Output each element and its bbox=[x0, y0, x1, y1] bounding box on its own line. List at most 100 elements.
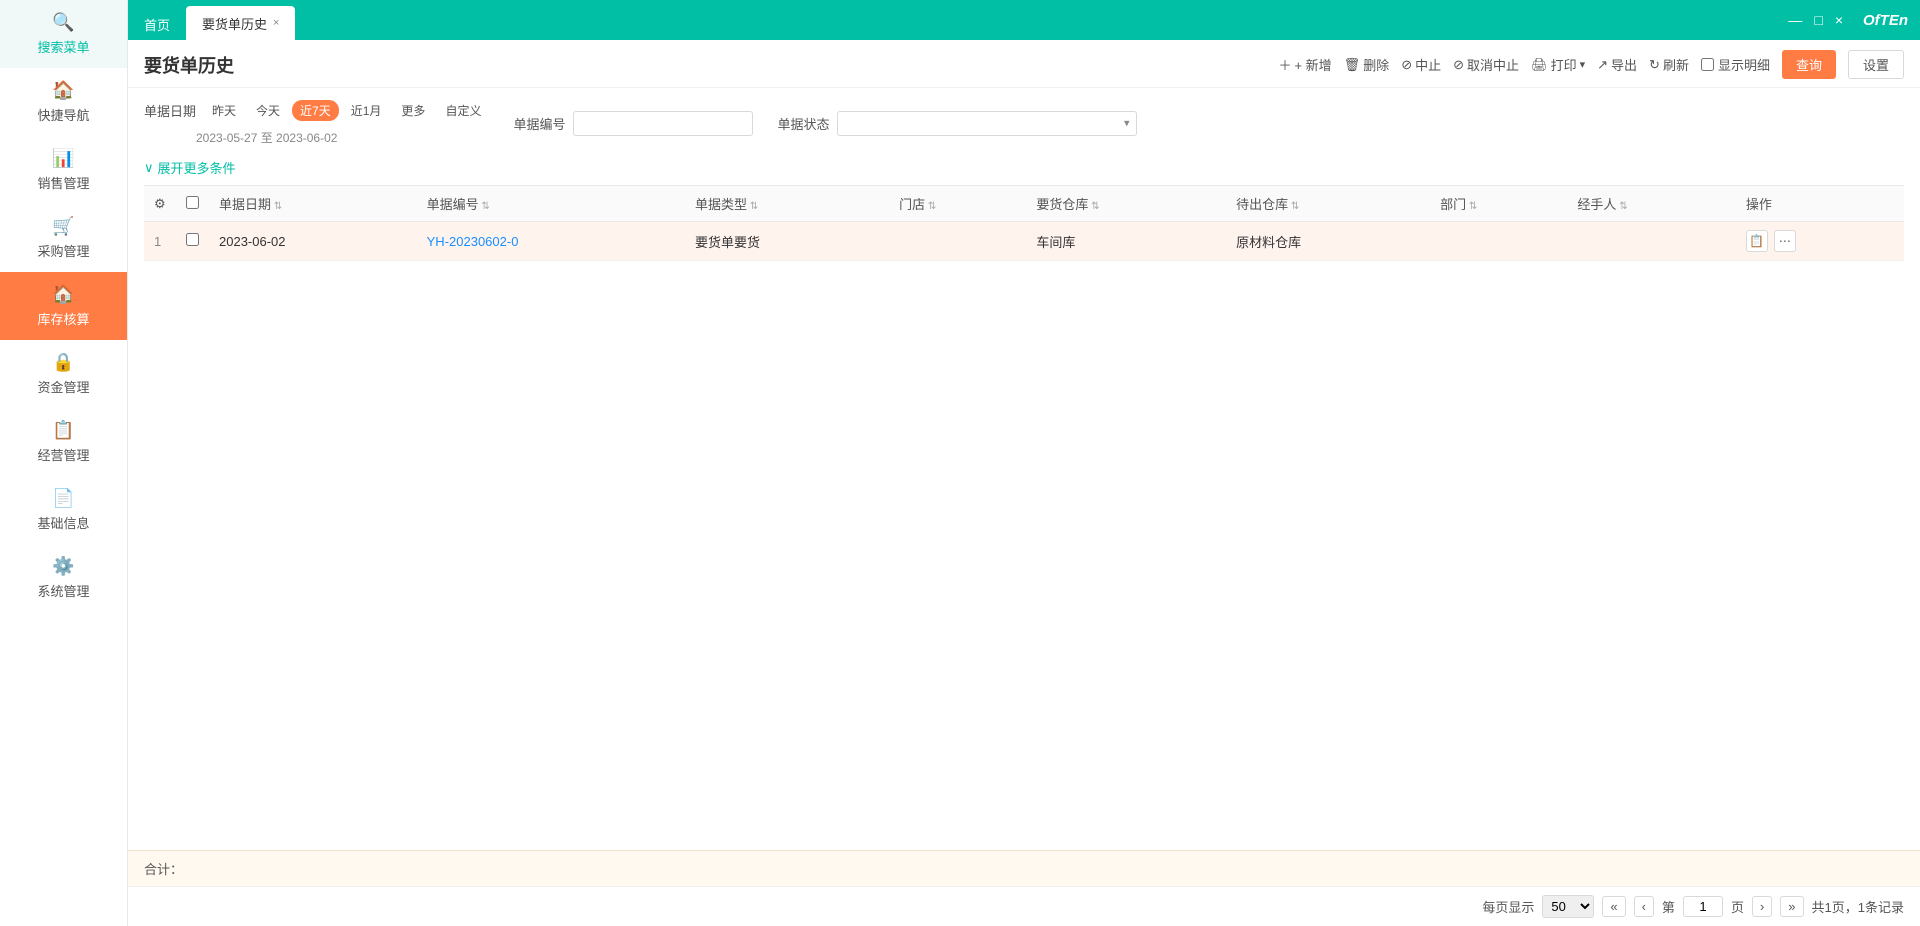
print-icon: 🖨 bbox=[1531, 57, 1548, 73]
sidebar-item-search-menu[interactable]: 🔍 搜索菜单 bbox=[0, 0, 127, 68]
print-button[interactable]: 🖨 打印 ▾ bbox=[1531, 55, 1585, 74]
col-store[interactable]: 门店 bbox=[889, 186, 1026, 222]
window-maximize-btn[interactable]: □ bbox=[1814, 12, 1822, 28]
expand-label: 展开更多条件 bbox=[158, 158, 236, 177]
tab-home-label: 首页 bbox=[144, 15, 170, 34]
refresh-button[interactable]: ↻ 刷新 bbox=[1649, 55, 1689, 74]
col-bill-date[interactable]: 单据日期 bbox=[209, 186, 417, 222]
page-unit: 页 bbox=[1731, 897, 1744, 916]
delete-button[interactable]: 🗑 删除 bbox=[1344, 55, 1390, 74]
new-button[interactable]: ＋ + 新增 bbox=[1278, 55, 1331, 74]
stop-label: 中止 bbox=[1415, 55, 1441, 74]
sidebar-label-purchase-mgmt: 采购管理 bbox=[37, 241, 89, 260]
page-title: 要货单历史 bbox=[144, 52, 234, 78]
pagination: 每页显示 50 20 100 « ‹ 第 页 › » 共1页，1条记录 bbox=[128, 886, 1920, 926]
tab-current[interactable]: 要货单历史 × bbox=[186, 6, 295, 40]
total-info: 共1页，1条记录 bbox=[1812, 897, 1904, 916]
first-page-btn[interactable]: « bbox=[1602, 896, 1625, 917]
sidebar-icon-purchase-mgmt: 🛒 bbox=[52, 216, 74, 237]
window-close-btn[interactable]: × bbox=[1835, 12, 1843, 28]
cell-action: 📋 ⋯ bbox=[1736, 222, 1904, 261]
sidebar-item-quick-nav[interactable]: 🏠 快捷导航 bbox=[0, 68, 127, 136]
col-bill-type[interactable]: 单据类型 bbox=[685, 186, 889, 222]
export-button[interactable]: ↗ 导出 bbox=[1597, 55, 1637, 74]
sidebar-item-purchase-mgmt[interactable]: 🛒 采购管理 bbox=[0, 204, 127, 272]
filter-area: 单据日期 昨天今天近7天近1月更多自定义 2023-05-27 至 2023-0… bbox=[128, 88, 1920, 181]
cell-bill-no: YH-20230602-0 bbox=[417, 222, 685, 261]
select-all-checkbox[interactable] bbox=[186, 196, 199, 209]
sidebar-label-ops-mgmt: 经营管理 bbox=[37, 445, 89, 464]
footer-summary: 合计： bbox=[128, 850, 1920, 886]
refresh-icon: ↻ bbox=[1649, 57, 1660, 73]
sidebar-icon-quick-nav: 🏠 bbox=[52, 80, 74, 101]
delete-icon: 🗑 bbox=[1344, 57, 1361, 73]
sidebar-item-basic-info[interactable]: 📄 基础信息 bbox=[0, 476, 127, 544]
sidebar-item-finance-mgmt[interactable]: 🔒 资金管理 bbox=[0, 340, 127, 408]
per-page-select[interactable]: 50 20 100 bbox=[1542, 895, 1594, 918]
tab-controls: — □ × OfTEn bbox=[1788, 0, 1920, 40]
sidebar-icon-inventory: 🏠 bbox=[52, 284, 74, 305]
last-page-btn[interactable]: » bbox=[1780, 896, 1803, 917]
stop-button[interactable]: ⊘ 中止 bbox=[1401, 55, 1441, 74]
col-department[interactable]: 部门 bbox=[1430, 186, 1567, 222]
stop-icon: ⊘ bbox=[1401, 57, 1412, 73]
row-index: 1 bbox=[144, 222, 176, 261]
tab-close-icon[interactable]: × bbox=[273, 17, 279, 29]
expand-conditions-btn[interactable]: ∨ 展开更多条件 bbox=[144, 154, 1904, 181]
row-checkbox[interactable] bbox=[186, 233, 199, 246]
cell-bill-date: 2023-06-02 bbox=[209, 222, 417, 261]
date-options: 昨天今天近7天近1月更多自定义 bbox=[204, 100, 489, 121]
sidebar-icon-search-menu: 🔍 bbox=[52, 12, 74, 33]
tab-home[interactable]: 首页 bbox=[128, 8, 186, 40]
summary-label: 合计： bbox=[144, 862, 183, 877]
print-dropdown-icon[interactable]: ▾ bbox=[1580, 58, 1586, 71]
date-option-更多[interactable]: 更多 bbox=[393, 100, 433, 121]
sidebar-icon-ops-mgmt: 📋 bbox=[52, 420, 74, 441]
sidebar-icon-finance-mgmt: 🔒 bbox=[52, 352, 74, 373]
col-action: 操作 bbox=[1736, 186, 1904, 222]
date-option-今天[interactable]: 今天 bbox=[248, 100, 288, 121]
cell-req-warehouse: 车间库 bbox=[1026, 222, 1226, 261]
sidebar-item-sys-mgmt[interactable]: ⚙️ 系统管理 bbox=[0, 544, 127, 612]
settings-button[interactable]: 设置 bbox=[1848, 50, 1904, 79]
page-input[interactable] bbox=[1683, 896, 1723, 917]
tab-bar: 首页 要货单历史 × — □ × OfTEn bbox=[128, 0, 1920, 40]
query-button[interactable]: 查询 bbox=[1782, 50, 1836, 79]
cancel-stop-label: 取消中止 bbox=[1467, 55, 1519, 74]
date-option-近1月[interactable]: 近1月 bbox=[343, 100, 390, 121]
sidebar-label-finance-mgmt: 资金管理 bbox=[37, 377, 89, 396]
col-settings[interactable]: ⚙ bbox=[144, 186, 176, 222]
date-option-近7天[interactable]: 近7天 bbox=[292, 100, 339, 121]
per-page-label: 每页显示 bbox=[1482, 897, 1534, 916]
next-page-btn[interactable]: › bbox=[1752, 896, 1772, 917]
show-detail-checkbox[interactable]: 显示明细 bbox=[1701, 55, 1770, 74]
prev-page-btn[interactable]: ‹ bbox=[1634, 896, 1654, 917]
detail-checkbox[interactable] bbox=[1701, 58, 1714, 71]
table-row[interactable]: 1 2023-06-02 YH-20230602-0 要货单要货 车间库 原材料… bbox=[144, 222, 1904, 261]
sidebar-item-inventory[interactable]: 🏠 库存核算 bbox=[0, 272, 127, 340]
sidebar-label-quick-nav: 快捷导航 bbox=[37, 105, 89, 124]
col-req-warehouse[interactable]: 要货仓库 bbox=[1026, 186, 1226, 222]
row-edit-icon[interactable]: ⋯ bbox=[1774, 230, 1796, 252]
expand-icon: ∨ bbox=[144, 160, 154, 176]
window-minimize-btn[interactable]: — bbox=[1788, 12, 1802, 28]
bill-status-select[interactable] bbox=[837, 111, 1137, 136]
sidebar-icon-basic-info: 📄 bbox=[52, 488, 74, 509]
date-option-自定义[interactable]: 自定义 bbox=[437, 100, 489, 121]
row-view-icon[interactable]: 📋 bbox=[1746, 230, 1768, 252]
col-bill-no[interactable]: 单据编号 bbox=[417, 186, 685, 222]
cell-store bbox=[889, 222, 1026, 261]
date-option-昨天[interactable]: 昨天 bbox=[204, 100, 244, 121]
tab-current-label: 要货单历史 bbox=[202, 14, 267, 33]
sidebar-label-sales-mgmt: 销售管理 bbox=[37, 173, 89, 192]
sidebar-item-sales-mgmt[interactable]: 📊 销售管理 bbox=[0, 136, 127, 204]
cancel-stop-button[interactable]: ⊘ 取消中止 bbox=[1453, 55, 1519, 74]
cell-pending-warehouse: 原材料仓库 bbox=[1226, 222, 1430, 261]
col-checkbox bbox=[176, 186, 209, 222]
bill-no-input[interactable] bbox=[573, 111, 753, 136]
bill-no-link[interactable]: YH-20230602-0 bbox=[427, 234, 519, 249]
page-label: 第 bbox=[1662, 897, 1675, 916]
col-pending-warehouse[interactable]: 待出仓库 bbox=[1226, 186, 1430, 222]
sidebar-item-ops-mgmt[interactable]: 📋 经营管理 bbox=[0, 408, 127, 476]
col-handler[interactable]: 经手人 bbox=[1567, 186, 1735, 222]
